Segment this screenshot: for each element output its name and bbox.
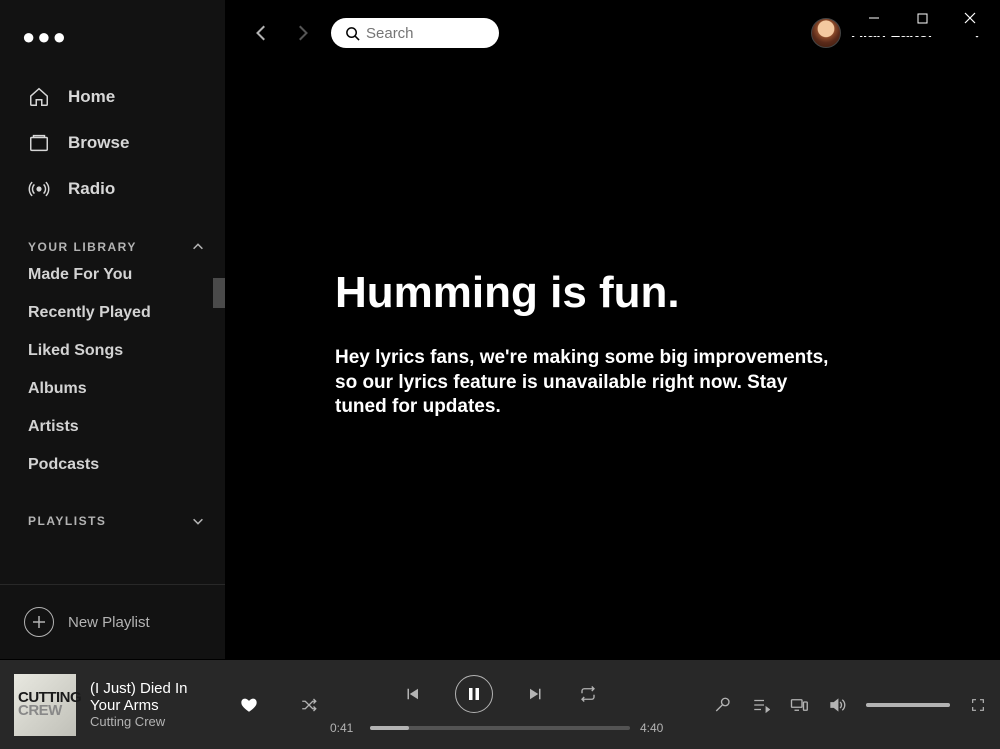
lyrics-button[interactable] [714, 696, 732, 714]
nav-radio[interactable]: Radio [0, 166, 225, 212]
progress-track[interactable] [370, 726, 630, 730]
scrollbar-thumb[interactable] [213, 278, 225, 308]
volume-fill [866, 703, 950, 707]
volume-icon[interactable] [828, 696, 846, 714]
content-heading: Humming is fun. [335, 268, 831, 318]
next-button[interactable] [527, 685, 545, 703]
new-playlist-button[interactable]: New Playlist [0, 599, 225, 645]
library-item-made-for-you[interactable]: Made For You [0, 256, 225, 294]
playlists-header: PLAYLISTS [0, 496, 225, 530]
nav-label: Home [68, 87, 115, 107]
shuffle-button[interactable] [300, 696, 318, 714]
avatar [811, 18, 841, 48]
track-artist[interactable]: Cutting Crew [90, 714, 218, 729]
nav-home[interactable]: Home [0, 74, 225, 120]
repeat-button[interactable] [579, 685, 597, 703]
window-titlebar [844, 0, 1000, 36]
sidebar: ●●● Home Browse Radio YO [0, 0, 225, 659]
time-elapsed: 0:41 [330, 721, 360, 735]
chevron-down-icon[interactable] [191, 514, 205, 528]
nav-forward-button[interactable] [287, 18, 317, 48]
library-item-recently-played[interactable]: Recently Played [0, 294, 225, 332]
nav-label: Radio [68, 179, 115, 199]
search-box[interactable] [331, 18, 499, 48]
search-icon [345, 26, 360, 41]
window-close-button[interactable] [950, 4, 990, 32]
devices-button[interactable] [790, 696, 808, 714]
chevron-up-icon[interactable] [191, 240, 205, 254]
library-item-albums[interactable]: Albums [0, 370, 225, 408]
home-icon [28, 86, 50, 108]
volume-slider[interactable] [866, 703, 950, 707]
progress-bar[interactable]: 0:41 4:40 [330, 721, 670, 735]
album-cover[interactable]: CUTTING CREW [14, 674, 76, 736]
browse-icon [28, 132, 50, 154]
main-content: Alan Laiter Humming is fun. Hey lyrics f… [225, 0, 1000, 659]
play-pause-button[interactable] [455, 675, 493, 713]
search-input[interactable] [366, 25, 485, 42]
library-item-liked-songs[interactable]: Liked Songs [0, 332, 225, 370]
queue-button[interactable] [752, 696, 770, 714]
plus-icon [24, 607, 54, 637]
window-maximize-button[interactable] [902, 4, 942, 32]
window-minimize-button[interactable] [854, 4, 894, 32]
previous-button[interactable] [403, 685, 421, 703]
new-playlist-label: New Playlist [68, 614, 150, 631]
content-body: Hey lyrics fans, we're making some big i… [335, 346, 831, 420]
library-list: Made For You Recently Played Liked Songs… [0, 256, 225, 484]
track-title[interactable]: (I Just) Died In Your Arms [90, 680, 218, 714]
library-header: YOUR LIBRARY [0, 222, 225, 256]
library-item-podcasts[interactable]: Podcasts [0, 446, 225, 484]
like-button[interactable] [240, 696, 258, 714]
nav-label: Browse [68, 133, 129, 153]
time-duration: 4:40 [640, 721, 670, 735]
nav-back-button[interactable] [247, 18, 277, 48]
fullscreen-button[interactable] [970, 697, 986, 713]
now-playing: CUTTING CREW (I Just) Died In Your Arms … [14, 674, 318, 736]
progress-fill [370, 726, 409, 730]
player-bar: CUTTING CREW (I Just) Died In Your Arms … [0, 659, 1000, 749]
app-menu-button[interactable]: ●●● [0, 16, 225, 74]
library-item-artists[interactable]: Artists [0, 408, 225, 446]
radio-icon [28, 178, 50, 200]
nav-browse[interactable]: Browse [0, 120, 225, 166]
